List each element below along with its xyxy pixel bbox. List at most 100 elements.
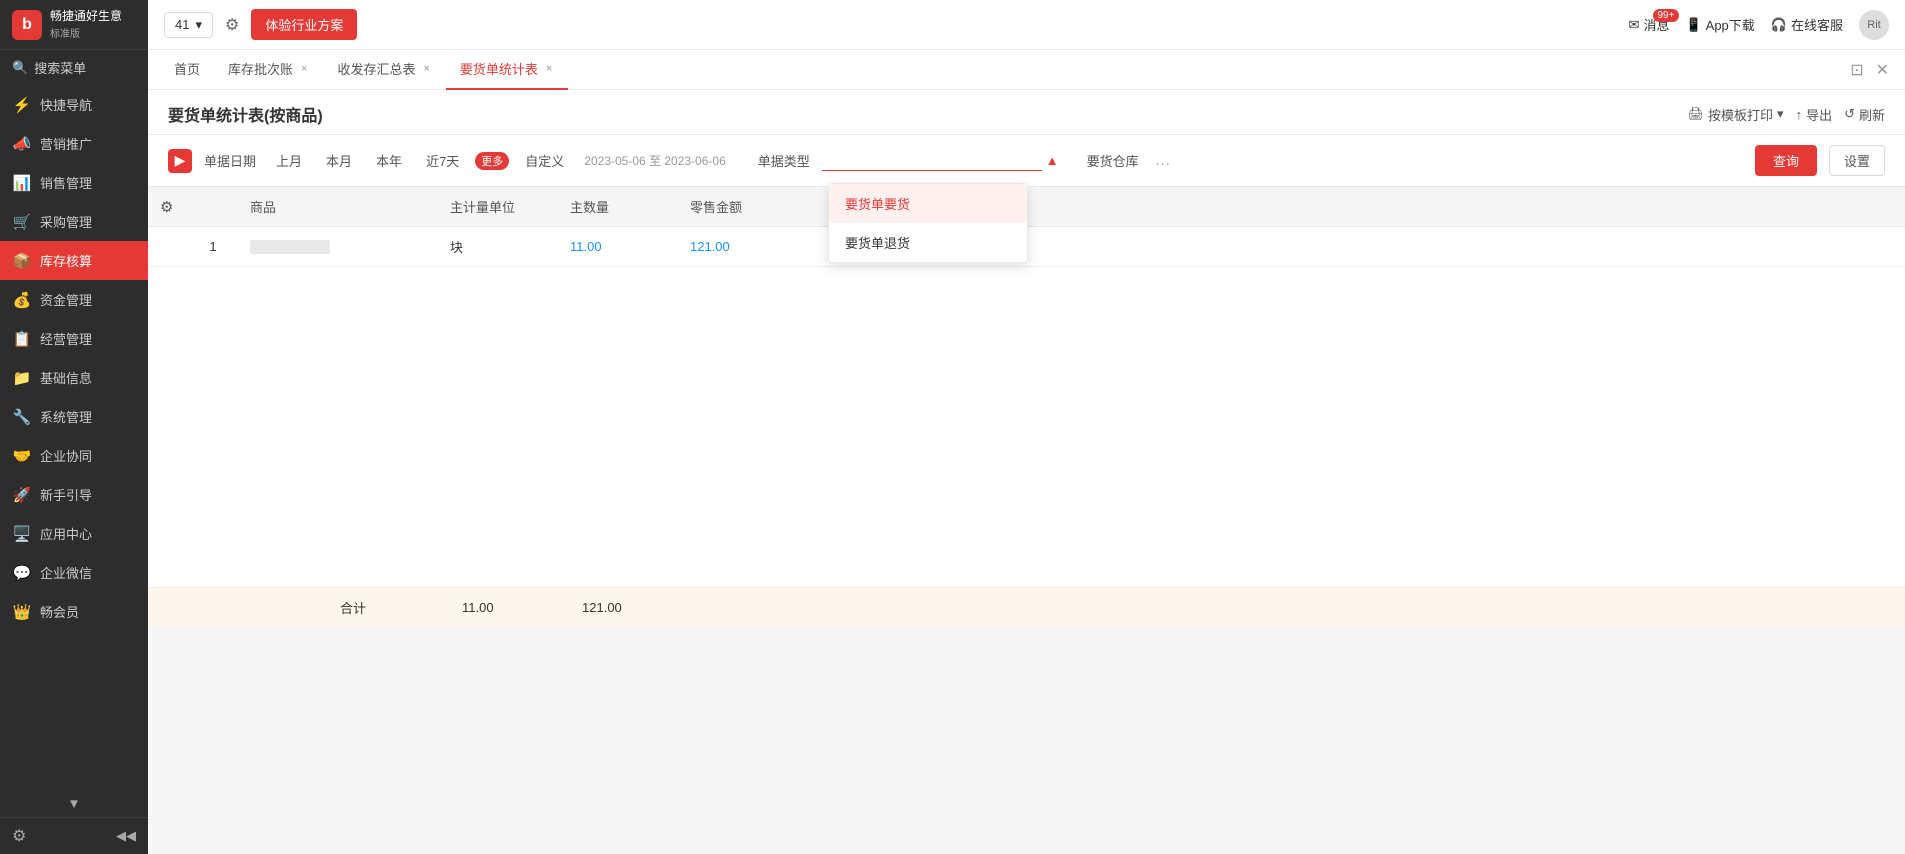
col-qty: 主数量	[558, 187, 678, 227]
settings-btn[interactable]: 设置	[1829, 145, 1885, 176]
topbar-service[interactable]: 🎧 在线客服	[1771, 15, 1843, 34]
sidebar-item-wechat[interactable]: 💬 企业微信	[0, 553, 148, 592]
print-label: 按模板打印	[1708, 105, 1773, 124]
export-btn[interactable]: ↑ 导出	[1796, 105, 1833, 124]
sidebar-item-label: 企业协同	[40, 446, 92, 465]
export-label: 导出	[1806, 105, 1832, 124]
basic-icon: 📁	[12, 369, 32, 387]
date-btn-last-month[interactable]: 上月	[268, 149, 310, 172]
service-label: 在线客服	[1791, 15, 1843, 34]
col-unit: 主计量单位	[438, 187, 558, 227]
sidebar-settings-icon[interactable]: ⚙	[12, 826, 26, 846]
chevron-down-icon: ▾	[195, 17, 202, 33]
footer-qty: 11.00	[462, 600, 542, 615]
tab-close-icon[interactable]: ×	[544, 61, 554, 77]
refresh-icon: ↺	[1844, 106, 1855, 122]
sidebar-item-system[interactable]: 🔧 系统管理	[0, 397, 148, 436]
sidebar-item-label: 库存核算	[40, 251, 92, 270]
sidebar-collapse-icon[interactable]: ◀◀	[116, 828, 136, 844]
warehouse-filter-label: 要货仓库	[1087, 151, 1139, 170]
row-qty[interactable]: 11.00	[558, 227, 678, 267]
filter-expand-btn[interactable]: ▶	[168, 149, 192, 173]
type-filter-input[interactable]	[822, 151, 1042, 171]
sidebar-scroll-down[interactable]: ▼	[0, 790, 148, 817]
tab-restore-btn[interactable]: ⊡	[1846, 58, 1867, 82]
sidebar-item-marketing[interactable]: 📣 营销推广	[0, 124, 148, 163]
print-btn[interactable]: 🖨 按模板打印 ▾	[1688, 105, 1784, 124]
sidebar-item-guide[interactable]: 🚀 新手引导	[0, 475, 148, 514]
sidebar-item-appcenter[interactable]: 🖥️ 应用中心	[0, 514, 148, 553]
date-range-text: 2023-05-06 至 2023-06-06	[584, 154, 725, 168]
app-label: App下载	[1706, 15, 1755, 34]
row-settings-cell	[148, 227, 188, 267]
warehouse-more-icon[interactable]: …	[1155, 152, 1171, 170]
col-settings: ⚙	[148, 187, 188, 227]
refresh-btn[interactable]: ↺ 刷新	[1844, 105, 1885, 124]
dropdown-item-yaohuodanfa[interactable]: 要货单要货	[829, 184, 1027, 223]
topbar-gear-icon[interactable]: ⚙	[225, 15, 239, 35]
app-icon: 📱	[1685, 17, 1701, 33]
page-header: 要货单统计表(按商品) 🖨 按模板打印 ▾ ↑ 导出 ↺ 刷新	[148, 90, 1905, 135]
tab-close-all-btn[interactable]: ✕	[1872, 58, 1893, 82]
topbar-right: ✉ 消息 99+ 📱 App下载 🎧 在线客服 Rit	[1629, 10, 1889, 40]
row-unit: 块	[438, 227, 558, 267]
member-icon: 👑	[12, 603, 32, 621]
sidebar-item-operations[interactable]: 📋 经营管理	[0, 319, 148, 358]
sidebar-item-purchase[interactable]: 🛒 采购管理	[0, 202, 148, 241]
search-icon: 🔍	[12, 60, 28, 76]
finance-icon: 💰	[12, 291, 32, 309]
guide-icon: 🚀	[12, 486, 32, 504]
user-name: Rit	[1867, 19, 1880, 31]
tab-close-icon[interactable]: ×	[299, 61, 309, 77]
tab-order-summary[interactable]: 要货单统计表 ×	[446, 50, 568, 90]
query-btn[interactable]: 查询	[1755, 145, 1817, 176]
date-btn-custom[interactable]: 自定义	[517, 149, 572, 172]
sidebar: b 畅捷通好生意 标准版 🔍 搜索菜单 ⚡ 快捷导航 📣 营销推广 📊 销售管理…	[0, 0, 148, 854]
system-icon: 🔧	[12, 408, 32, 426]
date-btn-7days[interactable]: 近7天	[418, 149, 467, 172]
footer-amount: 121.00	[582, 600, 622, 615]
page-title: 要货单统计表(按商品)	[168, 102, 323, 126]
row-amount[interactable]: 121.00	[678, 227, 798, 267]
topbar: 41 ▾ ⚙ 体验行业方案 ✉ 消息 99+ 📱 App下载 🎧 在线客服 Ri…	[148, 0, 1905, 50]
sidebar-item-inventory[interactable]: 📦 库存核算	[0, 241, 148, 280]
sidebar-item-member[interactable]: 👑 畅会员	[0, 592, 148, 631]
sidebar-item-cooperation[interactable]: 🤝 企业协同	[0, 436, 148, 475]
date-options: 上月 本月 本年 近7天 更多 自定义	[268, 149, 572, 172]
sidebar-item-search[interactable]: 🔍 搜索菜单	[0, 50, 148, 85]
store-selector[interactable]: 41 ▾	[164, 12, 213, 38]
sidebar-item-sales[interactable]: 📊 销售管理	[0, 163, 148, 202]
topbar-msg[interactable]: ✉ 消息 99+	[1629, 15, 1670, 34]
type-filter-select: ▲	[822, 151, 1059, 171]
sidebar-footer: ⚙ ◀◀	[0, 817, 148, 854]
row-product	[238, 227, 438, 267]
tab-close-icon[interactable]: ×	[421, 61, 431, 77]
sidebar-item-basic[interactable]: 📁 基础信息	[0, 358, 148, 397]
refresh-label: 刷新	[1859, 105, 1885, 124]
sidebar-item-finance[interactable]: 💰 资金管理	[0, 280, 148, 319]
date-btn-this-month[interactable]: 本月	[318, 149, 360, 172]
tab-receivable-summary[interactable]: 收发存汇总表 ×	[323, 50, 445, 90]
avatar[interactable]: Rit	[1859, 10, 1889, 40]
type-filter-arrow-icon[interactable]: ▲	[1046, 153, 1059, 168]
date-btn-this-year[interactable]: 本年	[368, 149, 410, 172]
industry-btn[interactable]: 体验行业方案	[251, 9, 357, 40]
sidebar-item-label: 基础信息	[40, 368, 92, 387]
app-edition: 标准版	[50, 25, 122, 40]
topbar-app-download[interactable]: 📱 App下载	[1685, 15, 1754, 34]
shortcut-icon: ⚡	[12, 96, 32, 114]
sidebar-item-label: 新手引导	[40, 485, 92, 504]
operations-icon: 📋	[12, 330, 32, 348]
sidebar-item-label: 应用中心	[40, 524, 92, 543]
purchase-icon: 🛒	[12, 213, 32, 231]
table-settings-icon[interactable]: ⚙	[160, 199, 173, 216]
tab-home[interactable]: 首页	[160, 50, 214, 90]
sidebar-nav: ⚡ 快捷导航 📣 营销推广 📊 销售管理 🛒 采购管理 📦 库存核算 💰 资金管…	[0, 85, 148, 790]
hot-more-btn[interactable]: 更多	[475, 152, 509, 170]
date-filter-label: 单据日期	[204, 151, 256, 170]
inventory-icon: 📦	[12, 252, 32, 270]
dropdown-item-yaohuodantui[interactable]: 要货单退货	[829, 223, 1027, 262]
wechat-icon: 💬	[12, 564, 32, 582]
tab-inventory-batch[interactable]: 库存批次账 ×	[214, 50, 323, 90]
sidebar-item-shortcut[interactable]: ⚡ 快捷导航	[0, 85, 148, 124]
